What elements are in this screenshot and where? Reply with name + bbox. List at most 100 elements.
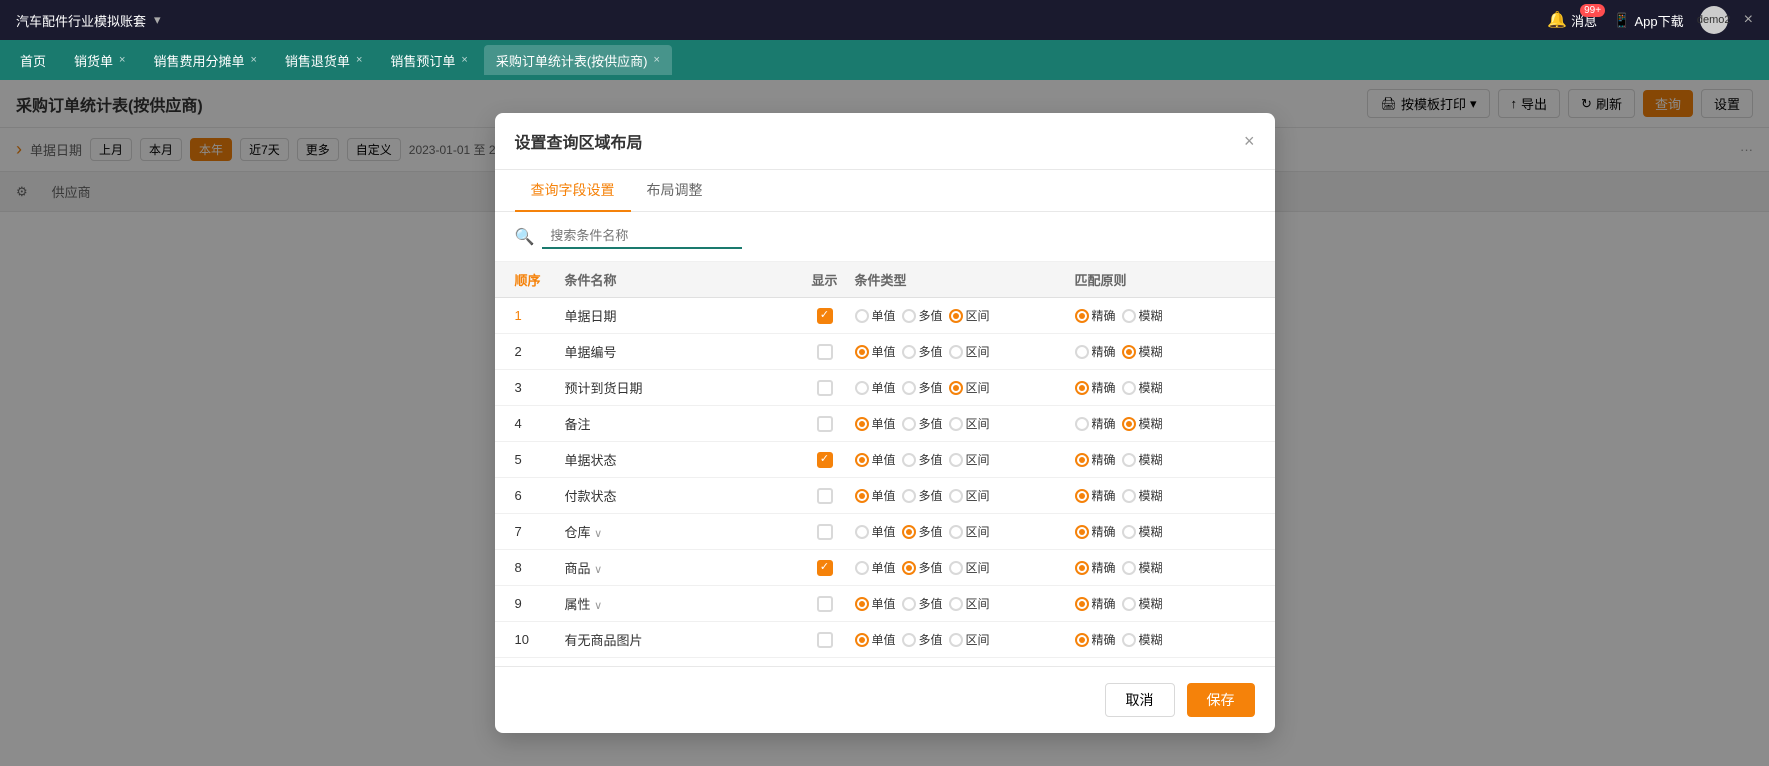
- radio-single[interactable]: 单值: [855, 487, 896, 504]
- app-download-button[interactable]: 📱 App下载: [1613, 11, 1684, 30]
- radio-single[interactable]: 单值: [855, 415, 896, 432]
- radio-single[interactable]: 单值: [855, 559, 896, 576]
- display-checkbox[interactable]: [817, 308, 833, 324]
- match-radio-group: 精确 模糊: [1075, 559, 1163, 576]
- radio-range[interactable]: 区间: [949, 487, 990, 504]
- radio-single[interactable]: 单值: [855, 343, 896, 360]
- tab-purchase-stats[interactable]: 采购订单统计表(按供应商) ×: [484, 45, 672, 75]
- tab-sales-return-close[interactable]: ×: [356, 54, 362, 66]
- radio-range[interactable]: 区间: [949, 595, 990, 612]
- display-checkbox[interactable]: [817, 344, 833, 360]
- radio-circle: [1122, 561, 1136, 575]
- radio-exact[interactable]: 精确: [1075, 379, 1116, 396]
- radio-fuzzy[interactable]: 模糊: [1122, 379, 1163, 396]
- cancel-button[interactable]: 取消: [1105, 683, 1175, 717]
- tab-sales-order[interactable]: 销货单 ×: [62, 45, 137, 75]
- radio-range[interactable]: 区间: [949, 415, 990, 432]
- save-button[interactable]: 保存: [1187, 683, 1255, 717]
- radio-exact[interactable]: 精确: [1075, 523, 1116, 540]
- radio-range[interactable]: 区间: [949, 523, 990, 540]
- radio-single[interactable]: 单值: [855, 523, 896, 540]
- tab-purchase-plan[interactable]: 销售预订单 ×: [378, 45, 479, 75]
- radio-exact[interactable]: 精确: [1075, 343, 1116, 360]
- radio-exact[interactable]: 精确: [1075, 487, 1116, 504]
- tab-sales-expense-close[interactable]: ×: [250, 54, 256, 66]
- display-checkbox[interactable]: [817, 416, 833, 432]
- row-display[interactable]: [795, 560, 855, 576]
- row-display[interactable]: [795, 344, 855, 360]
- radio-fuzzy[interactable]: 模糊: [1122, 487, 1163, 504]
- row-display[interactable]: [795, 308, 855, 324]
- row-order: 9: [515, 596, 565, 611]
- radio-range[interactable]: 区间: [949, 631, 990, 648]
- radio-single[interactable]: 单值: [855, 307, 896, 324]
- dialog-close-button[interactable]: ×: [1244, 131, 1255, 152]
- radio-circle: [949, 561, 963, 575]
- radio-fuzzy[interactable]: 模糊: [1122, 343, 1163, 360]
- radio-exact[interactable]: 精确: [1075, 595, 1116, 612]
- row-display[interactable]: [795, 416, 855, 432]
- radio-single[interactable]: 单值: [855, 631, 896, 648]
- row-display[interactable]: [795, 596, 855, 612]
- tab-purchase-stats-close[interactable]: ×: [654, 54, 660, 66]
- tab-layout-adjust[interactable]: 布局调整: [631, 170, 719, 212]
- radio-multi[interactable]: 多值: [902, 523, 943, 540]
- radio-exact[interactable]: 精确: [1075, 451, 1116, 468]
- row-display[interactable]: [795, 524, 855, 540]
- tab-purchase-plan-close[interactable]: ×: [461, 54, 467, 66]
- display-checkbox[interactable]: [817, 452, 833, 468]
- radio-multi[interactable]: 多值: [902, 343, 943, 360]
- radio-single[interactable]: 单值: [855, 379, 896, 396]
- display-checkbox[interactable]: [817, 632, 833, 648]
- radio-exact[interactable]: 精确: [1075, 307, 1116, 324]
- row-display[interactable]: [795, 632, 855, 648]
- radio-exact[interactable]: 精确: [1075, 559, 1116, 576]
- top-bar-right: 🔔 消息 99+ 📱 App下载 demo2 ×: [1547, 6, 1753, 34]
- tab-sales-order-close[interactable]: ×: [119, 54, 125, 66]
- radio-multi[interactable]: 多值: [902, 631, 943, 648]
- row-display[interactable]: [795, 488, 855, 504]
- radio-fuzzy[interactable]: 模糊: [1122, 631, 1163, 648]
- radio-fuzzy[interactable]: 模糊: [1122, 415, 1163, 432]
- radio-range[interactable]: 区间: [949, 559, 990, 576]
- radio-range[interactable]: 区间: [949, 379, 990, 396]
- radio-multi[interactable]: 多值: [902, 487, 943, 504]
- radio-circle: [1075, 489, 1089, 503]
- radio-range[interactable]: 区间: [949, 343, 990, 360]
- display-checkbox[interactable]: [817, 380, 833, 396]
- display-checkbox[interactable]: [817, 488, 833, 504]
- radio-fuzzy[interactable]: 模糊: [1122, 307, 1163, 324]
- display-checkbox[interactable]: [817, 596, 833, 612]
- radio-multi[interactable]: 多值: [902, 595, 943, 612]
- radio-exact[interactable]: 精确: [1075, 415, 1116, 432]
- radio-fuzzy[interactable]: 模糊: [1122, 523, 1163, 540]
- tab-sales-return[interactable]: 销售退货单 ×: [273, 45, 374, 75]
- radio-single[interactable]: 单值: [855, 595, 896, 612]
- radio-single[interactable]: 单值: [855, 451, 896, 468]
- avatar[interactable]: demo2: [1700, 6, 1728, 34]
- topbar-close-button[interactable]: ×: [1744, 11, 1753, 29]
- tab-field-settings[interactable]: 查询字段设置: [515, 170, 631, 212]
- tab-sales-expense[interactable]: 销售费用分摊单 ×: [141, 45, 268, 75]
- radio-multi[interactable]: 多值: [902, 415, 943, 432]
- radio-range[interactable]: 区间: [949, 307, 990, 324]
- radio-multi[interactable]: 多值: [902, 559, 943, 576]
- radio-fuzzy[interactable]: 模糊: [1122, 451, 1163, 468]
- row-display[interactable]: [795, 452, 855, 468]
- row-type: 单值 多值 区间: [855, 451, 1075, 468]
- radio-circle: [855, 309, 869, 323]
- logo-dropdown-icon[interactable]: ▾: [154, 12, 161, 28]
- display-checkbox[interactable]: [817, 524, 833, 540]
- tab-home[interactable]: 首页: [8, 45, 58, 75]
- radio-exact[interactable]: 精确: [1075, 631, 1116, 648]
- notification-button[interactable]: 🔔 消息 99+: [1547, 10, 1597, 30]
- row-display[interactable]: [795, 380, 855, 396]
- radio-multi[interactable]: 多值: [902, 307, 943, 324]
- radio-multi[interactable]: 多值: [902, 451, 943, 468]
- radio-fuzzy[interactable]: 模糊: [1122, 559, 1163, 576]
- radio-fuzzy[interactable]: 模糊: [1122, 595, 1163, 612]
- radio-range[interactable]: 区间: [949, 451, 990, 468]
- search-input[interactable]: [542, 224, 742, 249]
- display-checkbox[interactable]: [817, 560, 833, 576]
- radio-multi[interactable]: 多值: [902, 379, 943, 396]
